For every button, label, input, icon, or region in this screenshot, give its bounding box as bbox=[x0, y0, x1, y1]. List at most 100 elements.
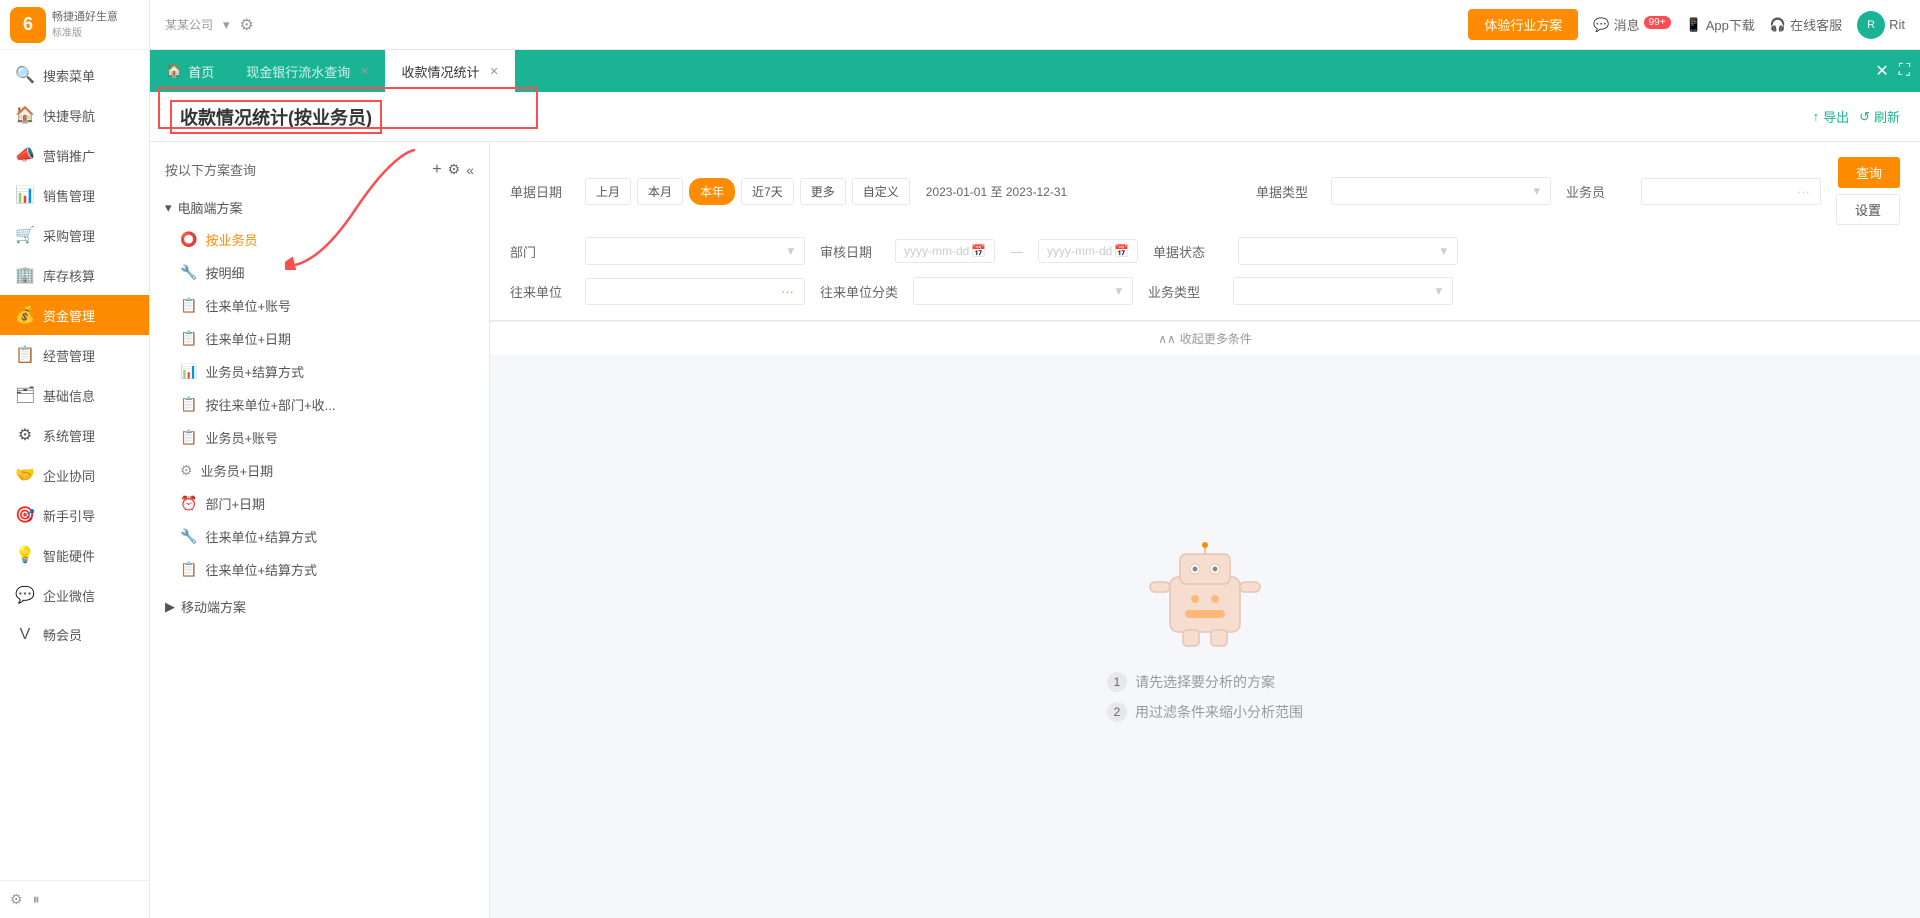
export-btn[interactable]: ↑ 导出 bbox=[1813, 107, 1850, 126]
tab-bank-close[interactable]: ✕ bbox=[360, 65, 369, 78]
sidebar-item-enterprise[interactable]: 🤝 企业协同 bbox=[0, 455, 149, 495]
tab-collection-close[interactable]: ✕ bbox=[489, 65, 498, 78]
filter-settings-btn[interactable]: 设置 bbox=[1836, 194, 1900, 225]
main-area: 某某公司 ▾ ⚙ 体验行业方案 💬 消息 99+ 📱 App下载 🎧 在线客服 … bbox=[150, 0, 1920, 918]
doc-type-select[interactable]: ▾ bbox=[1331, 177, 1551, 205]
desktop-scheme-title[interactable]: ▾ 电脑端方案 bbox=[150, 192, 489, 223]
more-icon: ··· bbox=[1797, 184, 1810, 199]
sidebar-item-basic[interactable]: 🗂 基础信息 bbox=[0, 375, 149, 415]
app-icon: 📱 bbox=[1686, 17, 1702, 33]
collapse-bar[interactable]: ∧∧ 收起更多条件 bbox=[490, 321, 1920, 355]
sidebar-settings-btn[interactable]: ⚙ bbox=[10, 891, 23, 908]
scheme-item-by-staff[interactable]: ⭕ 按业务员 bbox=[150, 223, 489, 256]
scheme-item-label: 按往来单位+部门+收... bbox=[205, 395, 474, 414]
right-content: 单据日期 上月 本月 本年 近7天 更多 自定义 2023-01-01 至 20… bbox=[490, 142, 1920, 918]
sidebar-item-purchase[interactable]: 🛒 采购管理 bbox=[0, 215, 149, 255]
sidebar-item-label: 畅会员 bbox=[43, 625, 82, 644]
scheme-item-staff-settle[interactable]: 📊 业务员+结算方式 bbox=[150, 355, 489, 388]
dept-select[interactable]: ▾ bbox=[585, 237, 805, 265]
refresh-btn[interactable]: ↺ 刷新 bbox=[1859, 107, 1900, 126]
sidebar-item-finance[interactable]: 💰 资金管理 bbox=[0, 295, 149, 335]
sidebar-item-newbie[interactable]: 🎯 新手引导 bbox=[0, 495, 149, 535]
scheme-item-staff-account[interactable]: 📋 业务员+账号 bbox=[150, 421, 489, 454]
sidebar-item-hardware[interactable]: 💡 智能硬件 bbox=[0, 535, 149, 575]
trial-btn[interactable]: 体验行业方案 bbox=[1468, 9, 1578, 40]
sidebar-item-wechat[interactable]: 💬 企业微信 bbox=[0, 575, 149, 615]
sidebar-item-operation[interactable]: 📋 经营管理 bbox=[0, 335, 149, 375]
tab-maximize-icon[interactable]: ⛶ bbox=[1899, 62, 1910, 80]
filter-area: 单据日期 上月 本月 本年 近7天 更多 自定义 2023-01-01 至 20… bbox=[490, 142, 1920, 321]
logo-edition: 标准版 bbox=[52, 24, 118, 39]
audit-date-to[interactable]: yyyy-mm-dd 📅 bbox=[1038, 239, 1138, 263]
tab-collection-label: 收款情况统计 bbox=[401, 62, 479, 81]
dept-date-icon: ⏰ bbox=[180, 495, 197, 512]
scheme-item-unit-dept[interactable]: 📋 按往来单位+部门+收... bbox=[150, 388, 489, 421]
scheme-item-label: 业务员+日期 bbox=[201, 461, 474, 480]
more-btn[interactable]: ··· bbox=[781, 284, 794, 299]
sidebar-item-sales[interactable]: 📊 销售管理 bbox=[0, 175, 149, 215]
staff-settle-icon: 📊 bbox=[180, 363, 197, 380]
user-avatar-btn[interactable]: R Rit bbox=[1857, 11, 1905, 39]
online-service-btn[interactable]: 🎧 在线客服 bbox=[1770, 15, 1842, 34]
tab-bank[interactable]: 现金银行流水查询 ✕ bbox=[230, 50, 385, 92]
scheme-item-by-detail[interactable]: 🔧 按明细 bbox=[150, 256, 489, 289]
calendar-icon: 📅 bbox=[1114, 244, 1129, 258]
unit-date-icon: 📋 bbox=[180, 330, 197, 347]
scheme-item-unit-account[interactable]: 📋 往来单位+账号 bbox=[150, 289, 489, 322]
collapse-panel-btn[interactable]: « bbox=[466, 162, 474, 178]
scheme-item-dept-date[interactable]: ⏰ 部门+日期 bbox=[150, 487, 489, 520]
tab-home[interactable]: 🏠 首页 bbox=[150, 50, 230, 92]
staff-select[interactable]: ··· bbox=[1641, 178, 1821, 205]
scheme-item-unit-settle2[interactable]: 📋 往来单位+结算方式 bbox=[150, 553, 489, 586]
tab-close-all-icon[interactable]: ✕ bbox=[1875, 61, 1888, 81]
step-num-2: 2 bbox=[1107, 702, 1127, 722]
biz-type-select[interactable]: ▾ bbox=[1233, 277, 1453, 305]
robot-illustration bbox=[1145, 542, 1265, 652]
service-icon: 🎧 bbox=[1770, 17, 1786, 33]
header-settings-btn[interactable]: ⚙ bbox=[240, 15, 254, 35]
sidebar-item-label: 快捷导航 bbox=[43, 106, 95, 125]
audit-date-from[interactable]: yyyy-mm-dd 📅 bbox=[895, 239, 995, 263]
add-scheme-btn[interactable]: + bbox=[432, 161, 441, 179]
sidebar-item-quicknav[interactable]: 🏠 快捷导航 bbox=[0, 95, 149, 135]
date-btn-more[interactable]: 更多 bbox=[800, 178, 846, 205]
query-btn[interactable]: 查询 bbox=[1838, 157, 1900, 188]
scheme-item-unit-date[interactable]: 📋 往来单位+日期 bbox=[150, 322, 489, 355]
unit-select[interactable]: ··· bbox=[585, 278, 805, 305]
page-header: 收款情况统计(按业务员) ↑ 导出 ↺ 刷新 bbox=[150, 92, 1920, 142]
scheme-item-unit-settle1[interactable]: 🔧 往来单位+结算方式 bbox=[150, 520, 489, 553]
app-download-btn[interactable]: 📱 App下载 bbox=[1686, 15, 1755, 34]
messages-btn[interactable]: 💬 消息 99+ bbox=[1593, 15, 1670, 34]
chevron-down-icon: ▾ bbox=[1435, 283, 1442, 299]
unit-type-select[interactable]: ▾ bbox=[913, 277, 1133, 305]
date-btn-custom[interactable]: 自定义 bbox=[852, 178, 910, 205]
audit-date-from-value: yyyy-mm-dd bbox=[904, 244, 969, 258]
sidebar-item-label: 企业微信 bbox=[43, 586, 95, 605]
mobile-scheme-title[interactable]: ▶ 移动端方案 bbox=[150, 591, 489, 622]
data-area: 1 请先选择要分析的方案 2 用过滤条件来缩小分析范围 bbox=[490, 355, 1920, 918]
tab-bank-label: 现金银行流水查询 bbox=[246, 62, 350, 81]
sidebar-item-system[interactable]: ⚙ 系统管理 bbox=[0, 415, 149, 455]
scheme-item-staff-date[interactable]: ⚙ 业务员+日期 bbox=[150, 454, 489, 487]
sidebar-item-marketing[interactable]: 📣 营销推广 bbox=[0, 135, 149, 175]
chevron-down-icon: ▾ bbox=[1440, 243, 1447, 259]
sidebar-item-label: 营销推广 bbox=[43, 146, 95, 165]
date-btn-this-year[interactable]: 本年 bbox=[689, 178, 735, 205]
tab-home-label: 首页 bbox=[188, 62, 214, 81]
home-tab-icon: 🏠 bbox=[166, 63, 182, 79]
tab-collection[interactable]: 收款情况统计 ✕ bbox=[385, 50, 514, 92]
message-badge: 99+ bbox=[1644, 16, 1671, 29]
date-btn-7days[interactable]: 近7天 bbox=[741, 178, 794, 205]
left-panel-header: 按以下方案查询 + ⚙ « bbox=[150, 152, 489, 187]
date-btn-last-month[interactable]: 上月 bbox=[585, 178, 631, 205]
audit-date-from-field: yyyy-mm-dd 📅 bbox=[895, 239, 995, 263]
operation-icon: 📋 bbox=[15, 345, 35, 365]
sidebar-item-inventory[interactable]: 🏢 库存核算 bbox=[0, 255, 149, 295]
sidebar-item-search[interactable]: 🔍 搜索菜单 bbox=[0, 55, 149, 95]
date-btn-this-month[interactable]: 本月 bbox=[637, 178, 683, 205]
finance-icon: 💰 bbox=[15, 305, 35, 325]
scheme-settings-btn[interactable]: ⚙ bbox=[448, 161, 461, 178]
doc-status-select[interactable]: ▾ bbox=[1238, 237, 1458, 265]
sidebar-item-member[interactable]: V 畅会员 bbox=[0, 615, 149, 654]
sidebar-collapse-btn[interactable]: ⏸ bbox=[33, 891, 40, 908]
